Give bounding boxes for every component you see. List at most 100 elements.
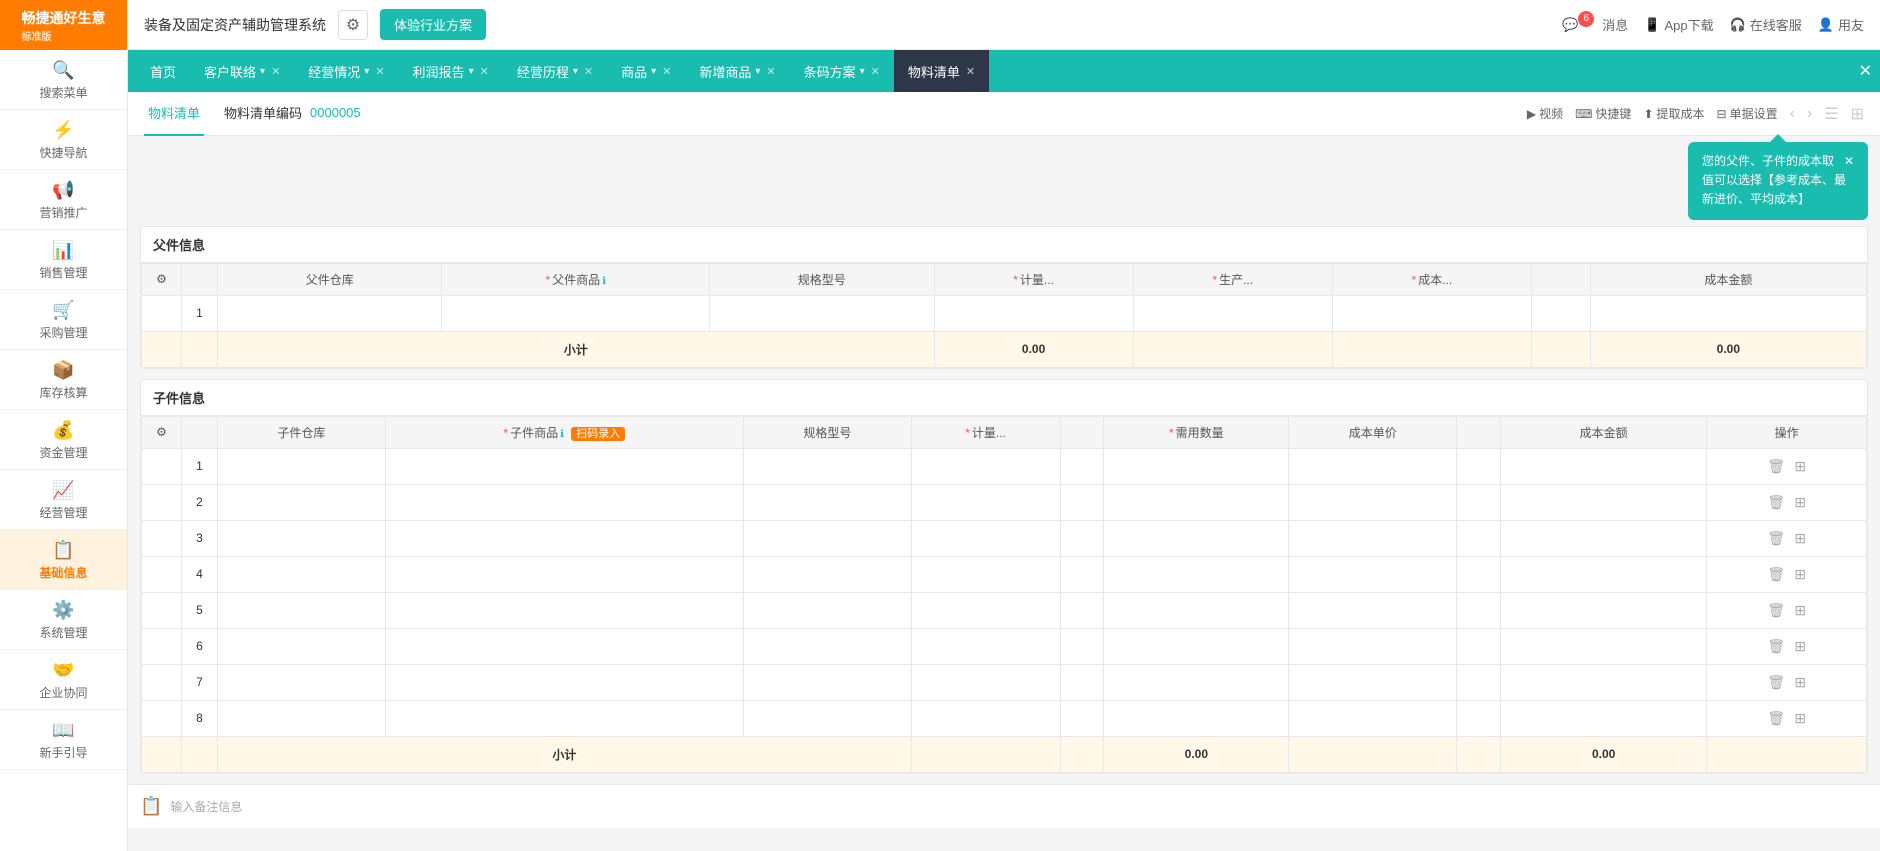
tooltip-close-btn[interactable]: ✕ [1844, 152, 1854, 171]
child-row-unit-price-1[interactable] [1289, 484, 1457, 520]
child-row-warehouse-4[interactable] [218, 592, 386, 628]
nav-tab-0[interactable]: 首页 [136, 50, 190, 92]
sidebar-item-9[interactable]: ⚙️系统管理 [0, 590, 127, 650]
child-row-unit-price-3[interactable] [1289, 556, 1457, 592]
delete-icon-5[interactable]: 🗑 [1767, 638, 1785, 654]
child-row-unit-price-6[interactable] [1289, 664, 1457, 700]
child-row-qty-6[interactable] [1104, 664, 1289, 700]
parent-row-warehouse[interactable] [218, 295, 442, 331]
online-service-item[interactable]: 🎧 在线客服 [1730, 15, 1802, 34]
child-row-warehouse-6[interactable] [218, 664, 386, 700]
child-row-warehouse-1[interactable] [218, 484, 386, 520]
shortcut-btn[interactable]: ⌨ 快捷键 [1575, 105, 1631, 122]
extract-cost-btn[interactable]: ⬆ 提取成本 [1643, 105, 1704, 122]
copy-icon-3[interactable]: ⊞ [1794, 566, 1806, 582]
copy-icon-0[interactable]: ⊞ [1794, 458, 1806, 474]
nav-tab-2[interactable]: 经营情况▾✕ [294, 50, 398, 92]
child-row-unit-price-4[interactable] [1289, 592, 1457, 628]
nav-tab-close-7[interactable]: ✕ [871, 65, 880, 78]
nav-next-icon[interactable]: › [1807, 105, 1812, 123]
copy-icon-2[interactable]: ⊞ [1794, 530, 1806, 546]
sidebar-item-10[interactable]: 🤝企业协同 [0, 650, 127, 710]
nav-tab-8[interactable]: 物料清单✕ [894, 50, 989, 92]
parent-row-goods[interactable] [442, 295, 710, 331]
child-row-spec-0[interactable] [743, 448, 911, 484]
child-row-unit-price-7[interactable] [1289, 700, 1457, 736]
child-row-unit-1[interactable] [911, 484, 1060, 520]
delete-icon-2[interactable]: 🗑 [1767, 530, 1785, 546]
child-row-spec-1[interactable] [743, 484, 911, 520]
nav-tab-3[interactable]: 利润报告▾✕ [399, 50, 503, 92]
delete-icon-0[interactable]: 🗑 [1767, 458, 1785, 474]
nav-tab-close-6[interactable]: ✕ [766, 65, 775, 78]
child-row-goods-5[interactable] [385, 628, 743, 664]
child-row-unit-2[interactable] [911, 520, 1060, 556]
sidebar-item-11[interactable]: 📖新手引导 [0, 710, 127, 770]
user-item[interactable]: 👤 用友 [1818, 15, 1864, 34]
child-row-unit-price-2[interactable] [1289, 520, 1457, 556]
child-row-spec-5[interactable] [743, 628, 911, 664]
sidebar-item-8[interactable]: 📋基础信息 [0, 530, 127, 590]
sidebar-item-4[interactable]: 🛒采购管理 [0, 290, 127, 350]
nav-tab-close-3[interactable]: ✕ [480, 65, 489, 78]
child-row-unit-6[interactable] [911, 664, 1060, 700]
nav-tab-6[interactable]: 新增商品▾✕ [685, 50, 789, 92]
delete-icon-1[interactable]: 🗑 [1767, 494, 1785, 510]
sidebar-item-5[interactable]: 📦库存核算 [0, 350, 127, 410]
sidebar-item-1[interactable]: ⚡快捷导航 [0, 110, 127, 170]
sub-tab-list[interactable]: 物料清单 [144, 92, 204, 136]
child-row-goods-1[interactable] [385, 484, 743, 520]
child-row-goods-2[interactable] [385, 520, 743, 556]
child-row-goods-4[interactable] [385, 592, 743, 628]
sidebar-item-7[interactable]: 📈经营管理 [0, 470, 127, 530]
child-row-unit-price-5[interactable] [1289, 628, 1457, 664]
trial-button[interactable]: 体验行业方案 [380, 9, 486, 40]
child-row-warehouse-0[interactable] [218, 448, 386, 484]
child-row-goods-7[interactable] [385, 700, 743, 736]
sidebar-item-6[interactable]: 💰资金管理 [0, 410, 127, 470]
child-row-unit-4[interactable] [911, 592, 1060, 628]
parent-row-production[interactable] [1133, 295, 1332, 331]
nav-tab-1[interactable]: 客户联络▾✕ [190, 50, 294, 92]
sidebar-item-3[interactable]: 📊销售管理 [0, 230, 127, 290]
nav-tab-close-2[interactable]: ✕ [375, 65, 384, 78]
parent-row-unit[interactable] [934, 295, 1133, 331]
note-placeholder[interactable]: 输入备注信息 [170, 798, 242, 815]
nav-tab-close-8[interactable]: ✕ [966, 65, 975, 78]
sidebar-item-2[interactable]: 📢营销推广 [0, 170, 127, 230]
nav-tab-5[interactable]: 商品▾✕ [607, 50, 685, 92]
table-view-icon[interactable]: ☰ [1824, 104, 1838, 124]
child-row-spec-4[interactable] [743, 592, 911, 628]
close-all-tabs-icon[interactable]: ✕ [1859, 61, 1872, 81]
nav-tab-4[interactable]: 经营历程▾✕ [503, 50, 607, 92]
nav-tab-close-1[interactable]: ✕ [271, 65, 280, 78]
sidebar-item-0[interactable]: 🔍搜索菜单 [0, 50, 127, 110]
delete-icon-7[interactable]: 🗑 [1767, 710, 1785, 726]
child-row-spec-6[interactable] [743, 664, 911, 700]
child-row-qty-1[interactable] [1104, 484, 1289, 520]
child-row-qty-2[interactable] [1104, 520, 1289, 556]
child-row-warehouse-3[interactable] [218, 556, 386, 592]
child-row-spec-2[interactable] [743, 520, 911, 556]
copy-icon-5[interactable]: ⊞ [1794, 638, 1806, 654]
th-parent-settings[interactable]: ⚙ [142, 263, 182, 295]
copy-icon-4[interactable]: ⊞ [1794, 602, 1806, 618]
child-row-qty-4[interactable] [1104, 592, 1289, 628]
child-row-unit-0[interactable] [911, 448, 1060, 484]
copy-icon-7[interactable]: ⊞ [1794, 710, 1806, 726]
th-child-settings[interactable]: ⚙ [142, 416, 182, 448]
parent-row-cost[interactable] [1332, 295, 1531, 331]
child-row-unit-price-0[interactable] [1289, 448, 1457, 484]
child-row-qty-5[interactable] [1104, 628, 1289, 664]
gear-button[interactable]: ⚙ [338, 10, 368, 40]
nav-tab-close-4[interactable]: ✕ [584, 65, 593, 78]
child-row-qty-0[interactable] [1104, 448, 1289, 484]
child-row-goods-0[interactable] [385, 448, 743, 484]
child-row-warehouse-5[interactable] [218, 628, 386, 664]
message-item[interactable]: 💬 6 消息 [1562, 15, 1628, 34]
nav-prev-icon[interactable]: ‹ [1790, 105, 1795, 123]
child-row-goods-6[interactable] [385, 664, 743, 700]
child-row-unit-5[interactable] [911, 628, 1060, 664]
delete-icon-4[interactable]: 🗑 [1767, 602, 1785, 618]
app-download-item[interactable]: 📱 App下载 [1644, 15, 1713, 34]
